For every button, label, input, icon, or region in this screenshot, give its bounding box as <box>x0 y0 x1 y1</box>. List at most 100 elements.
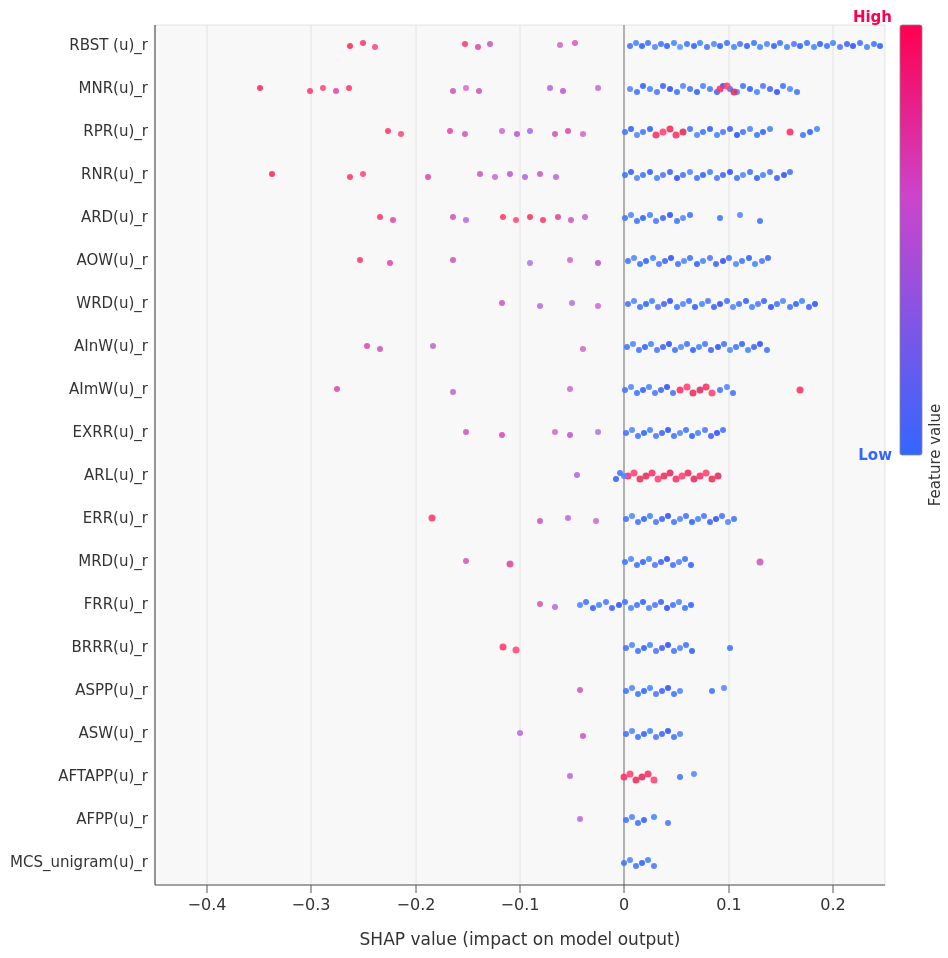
svg-point-404 <box>652 602 658 608</box>
svg-point-368 <box>695 516 701 522</box>
svg-point-369 <box>701 513 707 519</box>
svg-point-185 <box>640 215 646 221</box>
svg-point-385 <box>670 562 676 568</box>
svg-point-400 <box>628 605 634 611</box>
svg-point-354 <box>565 515 571 521</box>
svg-point-274 <box>684 341 690 347</box>
svg-point-20 <box>633 40 639 46</box>
svg-point-143 <box>537 171 543 177</box>
svg-point-86 <box>740 83 746 89</box>
y-label-4: ARD(u)_r <box>81 208 149 227</box>
svg-point-231 <box>637 304 643 310</box>
svg-point-332 <box>574 472 580 478</box>
svg-point-304 <box>703 384 710 391</box>
svg-point-308 <box>730 390 736 396</box>
svg-point-104 <box>527 128 533 134</box>
svg-point-172 <box>390 217 396 223</box>
svg-point-137 <box>360 171 366 177</box>
svg-point-18 <box>572 40 578 46</box>
svg-point-124 <box>727 126 733 132</box>
svg-point-321 <box>659 430 665 436</box>
svg-point-47 <box>811 44 817 50</box>
svg-point-58 <box>257 85 263 91</box>
svg-point-133 <box>807 129 813 135</box>
svg-point-463 <box>635 820 641 826</box>
svg-point-208 <box>662 258 668 264</box>
svg-point-30 <box>697 40 703 46</box>
svg-point-338 <box>655 476 662 483</box>
svg-point-184 <box>634 218 640 224</box>
svg-point-295 <box>646 384 652 390</box>
svg-point-236 <box>667 298 673 304</box>
svg-point-249 <box>749 304 755 310</box>
svg-point-228 <box>595 303 601 309</box>
svg-point-38 <box>751 40 757 46</box>
svg-point-317 <box>635 433 641 439</box>
svg-point-103 <box>514 131 520 137</box>
svg-point-375 <box>463 558 469 564</box>
svg-point-177 <box>527 214 533 220</box>
svg-point-170 <box>787 169 793 175</box>
svg-point-54 <box>857 40 863 46</box>
y-label-2: RPR(u)_r <box>83 122 149 141</box>
svg-point-75 <box>667 86 673 92</box>
svg-point-114 <box>660 129 667 136</box>
svg-point-79 <box>694 89 700 95</box>
svg-point-358 <box>635 519 641 525</box>
x-tick-label: 0.2 <box>820 895 845 914</box>
svg-point-456 <box>645 771 652 778</box>
svg-point-32 <box>711 41 717 47</box>
svg-point-174 <box>463 217 469 223</box>
svg-point-73 <box>654 89 660 95</box>
svg-point-254 <box>780 298 786 304</box>
svg-point-314 <box>595 429 601 435</box>
svg-point-40 <box>764 41 770 47</box>
svg-point-224 <box>765 255 771 261</box>
svg-point-431 <box>647 685 653 691</box>
svg-point-363 <box>665 513 671 519</box>
svg-point-309 <box>797 387 804 394</box>
svg-point-391 <box>552 604 558 610</box>
svg-point-74 <box>660 83 666 89</box>
svg-point-95 <box>717 86 724 93</box>
svg-point-190 <box>674 218 680 224</box>
x-tick-label: −0.3 <box>292 895 331 914</box>
svg-point-186 <box>647 212 653 218</box>
svg-point-401 <box>634 602 640 608</box>
svg-point-88 <box>754 89 760 95</box>
svg-point-362 <box>659 516 665 522</box>
svg-point-204 <box>637 261 643 267</box>
svg-point-240 <box>692 304 698 310</box>
svg-point-379 <box>634 562 640 568</box>
svg-point-179 <box>555 214 561 220</box>
svg-point-462 <box>629 814 635 820</box>
svg-point-360 <box>647 513 653 519</box>
svg-point-293 <box>634 390 640 396</box>
svg-point-36 <box>737 41 743 47</box>
svg-point-26 <box>671 40 677 46</box>
svg-point-420 <box>665 642 671 648</box>
svg-point-468 <box>627 857 633 863</box>
svg-point-337 <box>649 470 656 477</box>
svg-point-106 <box>565 128 571 134</box>
svg-point-388 <box>688 562 694 568</box>
svg-point-260 <box>364 343 370 349</box>
svg-point-39 <box>757 44 763 50</box>
svg-point-244 <box>717 301 723 307</box>
svg-point-412 <box>513 647 520 654</box>
svg-point-233 <box>649 298 655 304</box>
svg-point-436 <box>677 688 683 694</box>
svg-point-120 <box>700 129 706 135</box>
svg-point-37 <box>744 43 750 49</box>
svg-point-300 <box>677 387 684 394</box>
svg-point-268 <box>648 341 654 347</box>
svg-point-312 <box>552 429 558 435</box>
svg-point-267 <box>642 344 648 350</box>
svg-point-281 <box>727 347 733 353</box>
svg-point-380 <box>640 559 646 565</box>
svg-point-298 <box>664 384 670 390</box>
svg-point-464 <box>641 817 647 823</box>
svg-point-282 <box>733 344 739 350</box>
svg-point-129 <box>760 129 766 135</box>
svg-point-72 <box>647 86 653 92</box>
